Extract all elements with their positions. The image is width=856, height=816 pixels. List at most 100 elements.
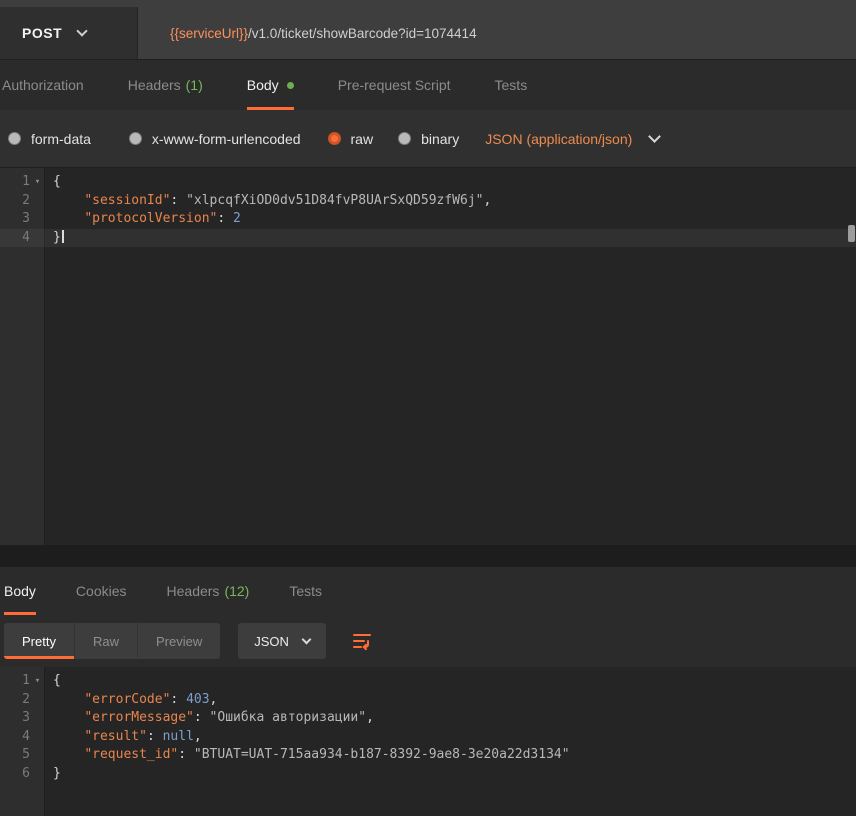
code-text: "sessionId": "xlpcqfXiOD0dv51D84fvP8UArS… — [45, 192, 491, 211]
radio-icon — [398, 132, 412, 145]
fold-toggle-icon[interactable]: ▾ — [30, 173, 45, 192]
line-number: 4 — [22, 229, 30, 245]
tab-label: Pre-request Script — [337, 77, 451, 93]
response-tabs: Body Cookies Headers (12) Tests — [0, 567, 856, 615]
view-mode-pretty[interactable]: Pretty — [4, 623, 74, 659]
tab-headers[interactable]: Headers (1) — [128, 60, 203, 110]
line-number: 3 — [22, 211, 30, 226]
response-tab-cookies[interactable]: Cookies — [76, 567, 127, 615]
code-text: "errorCode": 403, — [45, 691, 217, 710]
tab-label: Headers — [127, 77, 181, 93]
view-mode-raw[interactable]: Raw — [73, 623, 137, 659]
content-type-label: JSON (application/json) — [485, 130, 633, 147]
code-token: { — [53, 673, 61, 688]
tab-label: Headers — [166, 583, 220, 599]
tab-label: Cookies — [75, 583, 127, 599]
wrap-text-button[interactable] — [344, 623, 380, 659]
url-path: /v1.0/ticket/showBarcode?id=1074414 — [248, 25, 477, 41]
code-line[interactable]: 3 "protocolVersion": 2 — [0, 210, 856, 229]
mode-label: binary — [421, 130, 460, 147]
radio-selected-icon — [327, 132, 341, 145]
code-token: "Ошибка авторизации" — [209, 710, 367, 725]
response-tab-tests[interactable]: Tests — [289, 567, 322, 615]
response-body-editor[interactable]: 1 ▾{2 "errorCode": 403, 3 "errorMessage": … — [0, 667, 856, 816]
chevron-down-icon — [76, 24, 88, 37]
response-format-dropdown[interactable]: JSON — [238, 623, 326, 659]
line-number: 4 — [22, 728, 30, 744]
code-token: , — [209, 691, 218, 707]
text-cursor — [61, 229, 64, 243]
tab-body[interactable]: Body — [246, 60, 294, 110]
radio-icon — [128, 132, 142, 145]
mode-form-data[interactable]: form-data — [8, 131, 91, 147]
tab-authorization[interactable]: Authorization — [2, 60, 84, 110]
code-line: 3 "errorMessage": "Ошибка авторизации", — [0, 709, 856, 728]
code-line: 6} — [0, 765, 856, 784]
code-token: "errorCode" — [84, 691, 171, 707]
code-token: } — [53, 765, 61, 781]
chevron-down-icon — [648, 129, 662, 143]
code-text: { — [45, 672, 61, 691]
code-token: : — [217, 211, 234, 226]
line-number: 2 — [22, 192, 30, 208]
content-type-dropdown[interactable]: JSON (application/json) — [485, 129, 662, 147]
tab-label: Tests — [494, 77, 528, 93]
code-token: "errorMessage" — [84, 710, 194, 725]
code-token: , — [483, 192, 492, 208]
line-number: 3 — [22, 710, 30, 725]
code-token: "protocolVersion" — [84, 211, 218, 226]
mode-raw[interactable]: raw — [327, 130, 374, 147]
code-token: "BTUAT=UAT-715aa934-b187-8392-9ae8-3e20a… — [193, 747, 570, 762]
code-text: "result": null, — [45, 728, 202, 747]
code-token: : — [193, 710, 210, 725]
body-type-selector: form-data x-www-form-urlencoded raw bina… — [0, 110, 856, 168]
code-token: "request_id" — [84, 747, 179, 762]
response-tab-headers[interactable]: Headers (12) — [167, 567, 250, 615]
chevron-down-icon — [301, 634, 312, 645]
code-line: 1 ▾ { — [0, 672, 856, 691]
view-mode-label: Preview — [155, 633, 203, 649]
code-line[interactable]: 2 "sessionId": "xlpcqfXiOD0dv51D84fvP8UA… — [0, 192, 856, 211]
method-label: POST — [22, 25, 63, 41]
code-token: null — [162, 728, 194, 744]
code-line: 5 "request_id": "BTUAT=UAT-715aa934-b187… — [0, 746, 856, 765]
tab-tests[interactable]: Tests — [495, 60, 528, 110]
code-text: "protocolVersion": 2 — [45, 210, 241, 229]
response-tab-body[interactable]: Body — [4, 567, 36, 615]
url-input[interactable]: {{serviceUrl}}/v1.0/ticket/showBarcode?i… — [138, 7, 856, 59]
mode-label: raw — [350, 130, 374, 147]
request-url-bar: POST {{serviceUrl}}/v1.0/ticket/showBarc… — [0, 7, 856, 60]
request-body-editor[interactable]: 1 ▾ {2 "sessionId": "xlpcqfXiOD0dv51D84fvP… — [0, 168, 856, 545]
top-strip — [0, 0, 856, 7]
tab-label: Body — [246, 77, 279, 93]
code-token: , — [193, 728, 202, 744]
code-token: : — [146, 728, 163, 744]
line-number: 5 — [22, 747, 30, 762]
code-token: : — [170, 192, 187, 208]
code-token: 2 — [233, 211, 241, 226]
response-view-toolbar: Pretty Raw Preview JSON — [0, 615, 856, 667]
mode-x-www-form-urlencoded[interactable]: x-www-form-urlencoded — [128, 131, 301, 147]
fold-toggle-icon[interactable]: ▾ — [30, 672, 45, 691]
view-mode-preview[interactable]: Preview — [136, 623, 220, 659]
tab-pre-request-script[interactable]: Pre-request Script — [338, 60, 451, 110]
line-number: 1 — [22, 174, 30, 189]
mode-label: form-data — [31, 130, 91, 147]
code-text: "errorMessage": "Ошибка авторизации", — [45, 709, 374, 728]
scrollbar-thumb[interactable] — [848, 225, 855, 242]
code-line[interactable]: 1 ▾ { — [0, 173, 856, 192]
code-line[interactable]: 4} — [0, 228, 856, 248]
view-mode-group: Pretty Raw Preview — [4, 623, 221, 659]
method-dropdown[interactable]: POST — [0, 7, 138, 59]
mode-binary[interactable]: binary — [398, 131, 459, 147]
line-number: 6 — [22, 765, 30, 781]
request-code-lines[interactable]: 1 ▾ {2 "sessionId": "xlpcqfXiOD0dv51D84fvP… — [0, 168, 856, 247]
radio-icon — [8, 132, 21, 145]
